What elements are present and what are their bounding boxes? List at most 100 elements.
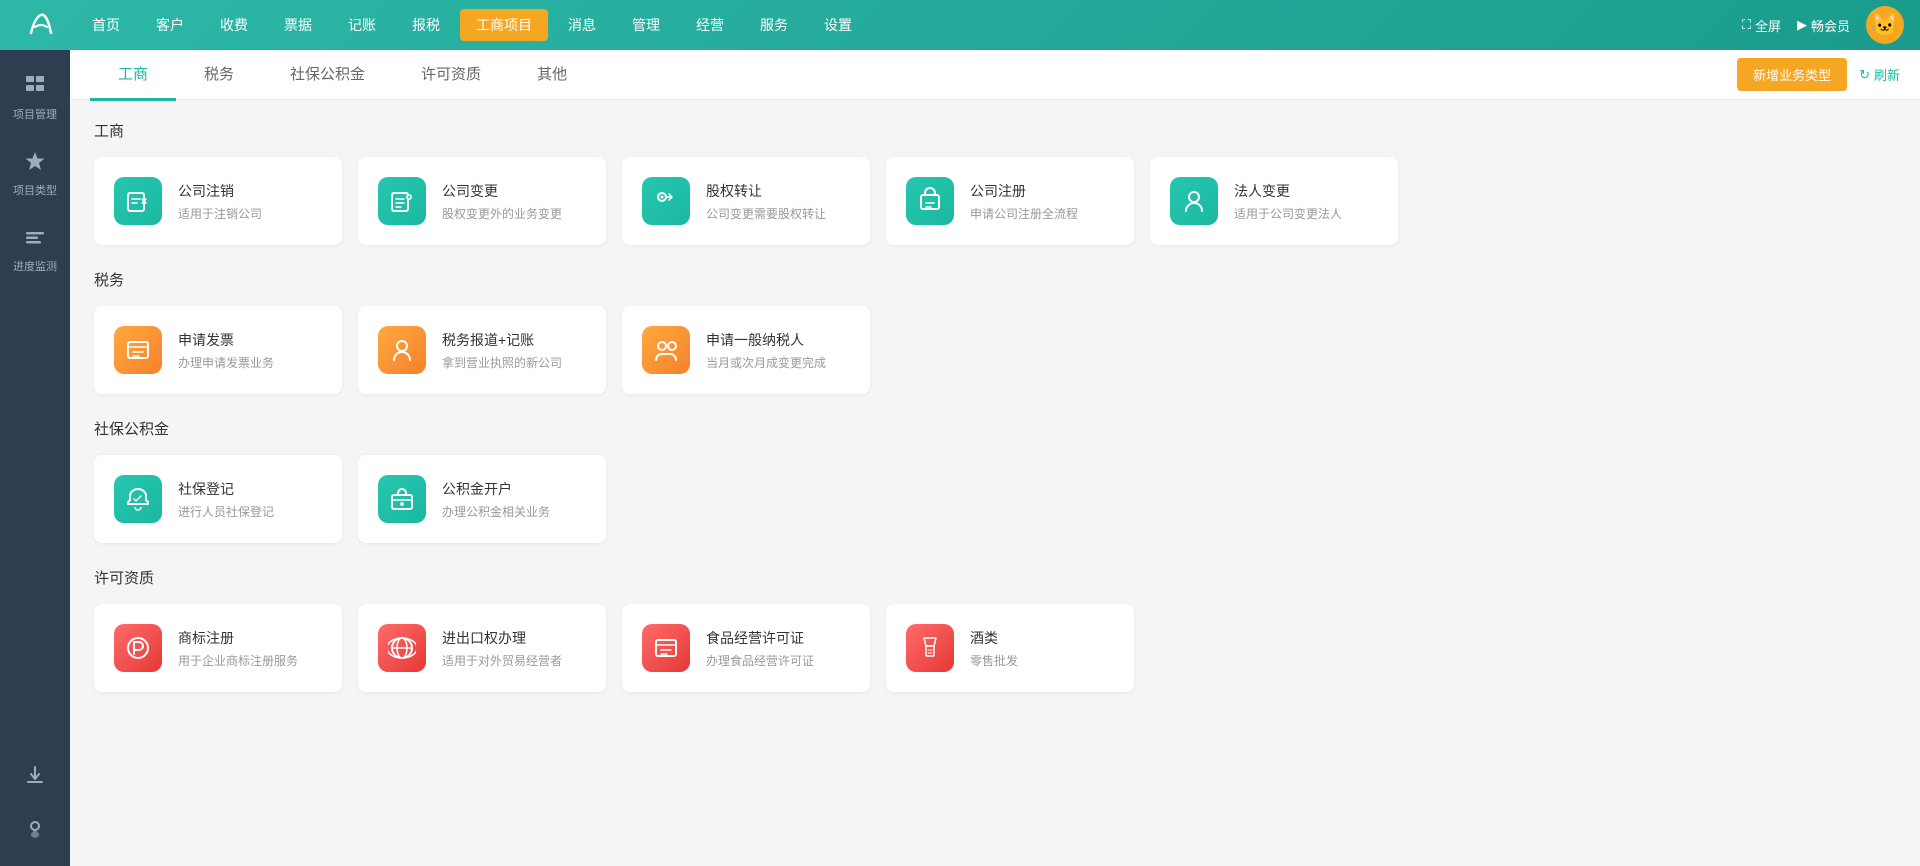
card-icon-general-taxpayer [642,326,690,374]
scroll-content[interactable]: 工商 公司注销 适用于注销公司 [70,100,1920,866]
location-icon [24,817,46,842]
card-food-permit[interactable]: 食品经营许可证 办理食品经营许可证 [622,604,870,692]
card-general-taxpayer[interactable]: 申请一般纳税人 当月或次月成变更完成 [622,306,870,394]
card-info-trademark: 商标注册 用于企业商标注册服务 [178,628,298,669]
card-title-general-taxpayer: 申请一般纳税人 [706,330,826,350]
new-business-type-button[interactable]: 新增业务类型 [1737,58,1847,91]
nav-tax[interactable]: 报税 [396,9,456,41]
nav-message[interactable]: 消息 [552,9,612,41]
card-provident-fund[interactable]: 公积金开户 办理公积金相关业务 [358,455,606,543]
tabs: 工商 税务 社保公积金 许可资质 其他 [90,50,595,100]
sidebar-label-project-type: 项目类型 [13,182,57,198]
tab-other[interactable]: 其他 [509,50,595,101]
card-title-trademark: 商标注册 [178,628,298,648]
card-info-tax-report-accounting: 税务报道+记账 拿到营业执照的新公司 [442,330,562,371]
sidebar-item-progress[interactable]: 进度监测 [0,212,70,288]
nav-accounting[interactable]: 记账 [332,9,392,41]
content-area: 工商 税务 社保公积金 许可资质 其他 新增业务类型 ↻ 刷新 工商 [70,50,1920,866]
card-legal-change[interactable]: 法人变更 适用于公司变更法人 [1150,157,1398,245]
card-info-social-insurance: 社保登记 进行人员社保登记 [178,479,274,520]
card-title-social-insurance: 社保登记 [178,479,274,499]
card-icon-equity-transfer [642,177,690,225]
nav-fee[interactable]: 收费 [204,9,264,41]
card-import-export[interactable]: 进出口权办理 适用于对外贸易经营者 [358,604,606,692]
nav-home[interactable]: 首页 [76,9,136,41]
card-info-legal-change: 法人变更 适用于公司变更法人 [1234,181,1342,222]
card-desc-trademark: 用于企业商标注册服务 [178,652,298,669]
card-desc-apply-invoice: 办理申请发票业务 [178,354,274,371]
card-trademark[interactable]: 商标注册 用于企业商标注册服务 [94,604,342,692]
project-management-icon [24,74,46,102]
sidebar-item-project-type[interactable]: 项目类型 [0,136,70,212]
section-title-business: 工商 [94,120,1896,141]
card-info-equity-transfer: 股权转让 公司变更需要股权转让 [706,181,826,222]
sidebar-location[interactable] [0,803,70,856]
card-info-general-taxpayer: 申请一般纳税人 当月或次月成变更完成 [706,330,826,371]
main-layout: 项目管理 项目类型 进度监测 [0,50,1920,866]
cards-grid-tax: 申请发票 办理申请发票业务 税务报道+记账 拿到营业执照的新公司 [94,306,1896,394]
sidebar-item-project-management[interactable]: 项目管理 [0,60,70,136]
fullscreen-button[interactable]: ⛶ 全屏 [1742,16,1781,35]
fullscreen-label: 全屏 [1755,16,1781,35]
play-icon: ▶ [1797,17,1807,33]
card-desc-social-insurance: 进行人员社保登记 [178,503,274,520]
section-title-tax: 税务 [94,269,1896,290]
nav-settings[interactable]: 设置 [808,9,868,41]
card-desc-equity-transfer: 公司变更需要股权转让 [706,205,826,222]
card-title-company-cancel: 公司注销 [178,181,262,201]
card-social-insurance[interactable]: 社保登记 进行人员社保登记 [94,455,342,543]
card-equity-transfer[interactable]: 股权转让 公司变更需要股权转让 [622,157,870,245]
card-icon-tax-report-accounting [378,326,426,374]
star-icon [24,150,46,178]
tab-tax[interactable]: 税务 [176,50,262,101]
card-desc-company-register: 申请公司注册全流程 [970,205,1078,222]
card-info-company-cancel: 公司注销 适用于注销公司 [178,181,262,222]
tab-actions: 新增业务类型 ↻ 刷新 [1737,58,1900,91]
tab-social-insurance[interactable]: 社保公积金 [262,50,393,101]
nav-invoice[interactable]: 票据 [268,9,328,41]
card-desc-tax-report-accounting: 拿到营业执照的新公司 [442,354,562,371]
nav-business[interactable]: 工商项目 [460,9,548,41]
card-title-food-permit: 食品经营许可证 [706,628,814,648]
card-info-company-register: 公司注册 申请公司注册全流程 [970,181,1078,222]
member-label: 畅会员 [1811,16,1850,35]
user-avatar[interactable]: 🐱 [1866,6,1904,44]
nav-service[interactable]: 服务 [744,9,804,41]
member-button[interactable]: ▶ 畅会员 [1797,16,1850,35]
card-tax-report-accounting[interactable]: 税务报道+记账 拿到营业执照的新公司 [358,306,606,394]
card-info-import-export: 进出口权办理 适用于对外贸易经营者 [442,628,562,669]
refresh-button[interactable]: ↻ 刷新 [1859,65,1900,84]
card-icon-company-change [378,177,426,225]
download-icon [24,764,46,789]
card-title-legal-change: 法人变更 [1234,181,1342,201]
sidebar-label-project-management: 项目管理 [13,106,57,122]
card-title-tax-report-accounting: 税务报道+记账 [442,330,562,350]
card-title-company-change: 公司变更 [442,181,562,201]
left-sidebar: 项目管理 项目类型 进度监测 [0,50,70,866]
card-company-register[interactable]: 公司注册 申请公司注册全流程 [886,157,1134,245]
nav-operation[interactable]: 经营 [680,9,740,41]
fullscreen-icon: ⛶ [1742,17,1751,33]
card-icon-import-export [378,624,426,672]
tab-business[interactable]: 工商 [90,50,176,101]
nav-customer[interactable]: 客户 [140,9,200,41]
card-desc-provident-fund: 办理公积金相关业务 [442,503,550,520]
nav-manage[interactable]: 管理 [616,9,676,41]
card-title-import-export: 进出口权办理 [442,628,562,648]
card-title-equity-transfer: 股权转让 [706,181,826,201]
card-title-provident-fund: 公积金开户 [442,479,550,499]
card-info-company-change: 公司变更 股权变更外的业务变更 [442,181,562,222]
card-company-cancel[interactable]: 公司注销 适用于注销公司 [94,157,342,245]
card-icon-food-permit [642,624,690,672]
card-icon-apply-invoice [114,326,162,374]
card-icon-provident-fund [378,475,426,523]
sidebar-label-progress: 进度监测 [13,258,57,274]
tab-permit[interactable]: 许可资质 [393,50,509,101]
card-company-change[interactable]: 公司变更 股权变更外的业务变更 [358,157,606,245]
sidebar-download[interactable] [0,750,70,803]
card-icon-trademark [114,624,162,672]
card-title-apply-invoice: 申请发票 [178,330,274,350]
card-liquor[interactable]: 酒类 零售批发 [886,604,1134,692]
cards-grid-business: 公司注销 适用于注销公司 公司变更 [94,157,1896,245]
card-apply-invoice[interactable]: 申请发票 办理申请发票业务 [94,306,342,394]
